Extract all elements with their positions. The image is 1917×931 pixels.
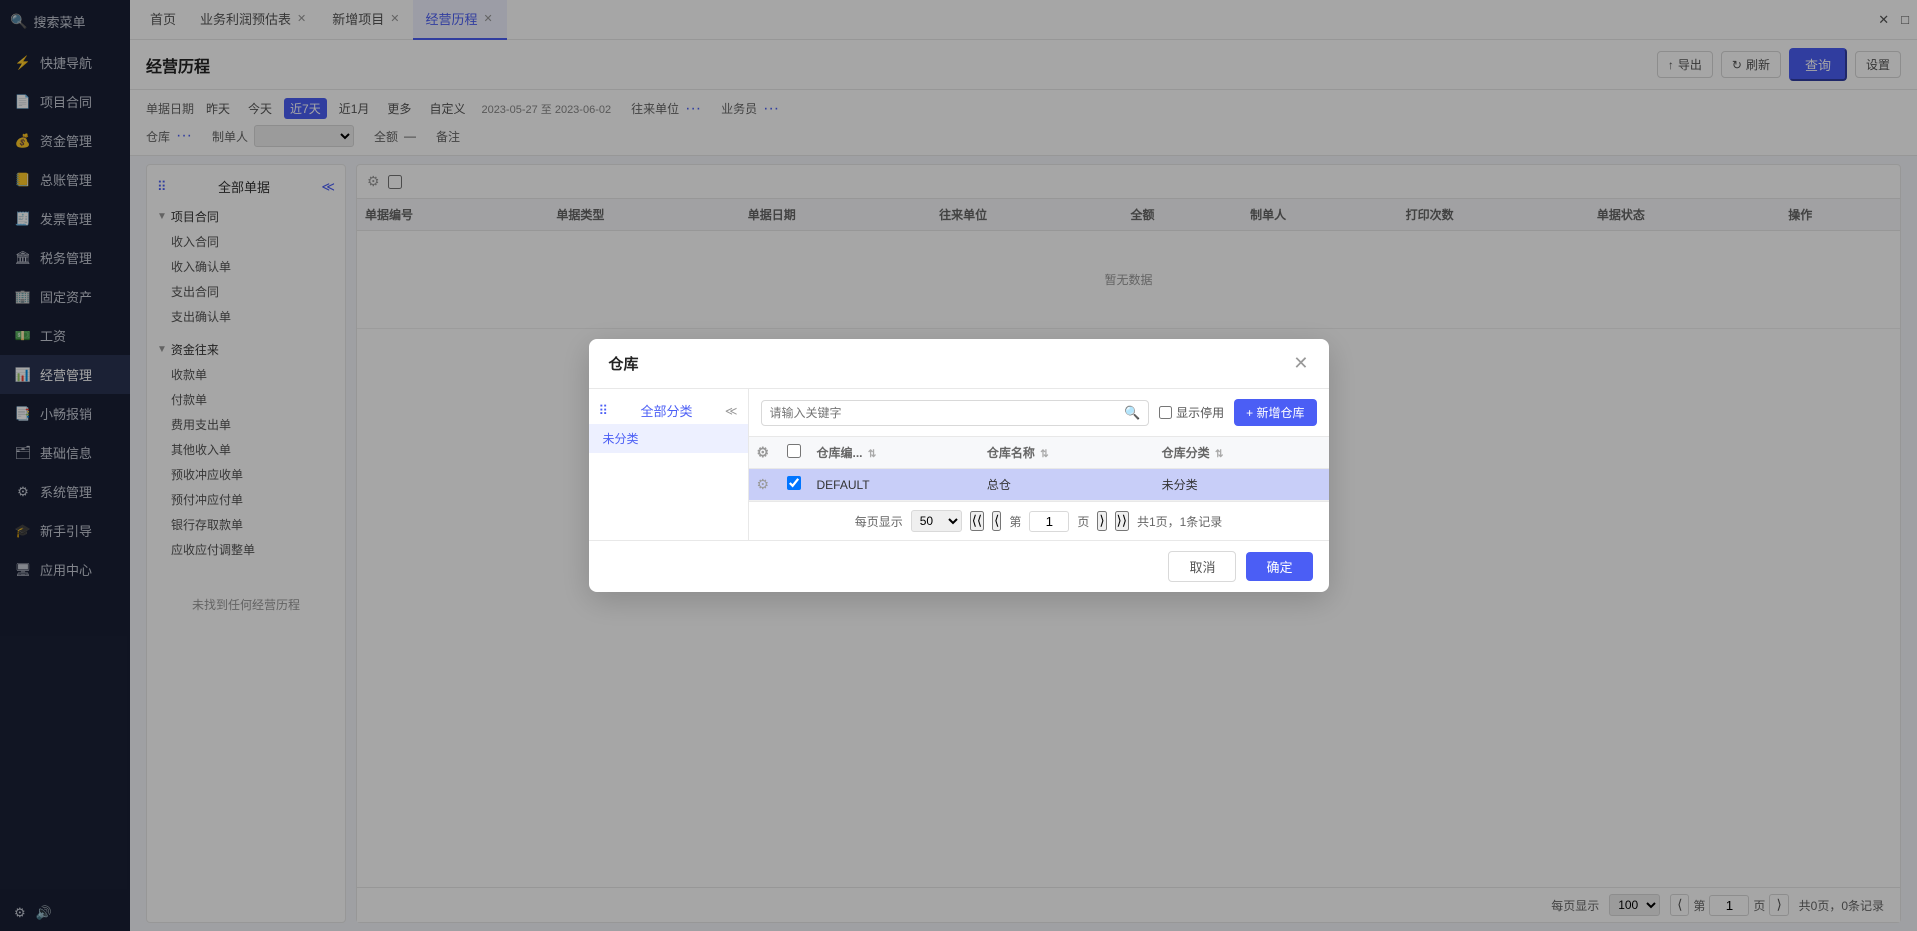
modal-table-row[interactable]: ⚙ DEFAULT 总仓 未分类 (749, 469, 1329, 501)
modal-close-button[interactable]: ✕ (1293, 353, 1308, 374)
row-gear-icon[interactable]: ⚙ (757, 476, 770, 492)
modal-table-header-row: ⚙ 仓库编... ⇅ 仓库名称 (749, 437, 1329, 469)
add-warehouse-button[interactable]: + 新增仓库 (1234, 399, 1316, 426)
modal-row-checkbox (779, 469, 809, 501)
show-disabled-label[interactable]: 显示停用 (1159, 404, 1224, 421)
confirm-label: 确定 (1266, 560, 1292, 575)
modal-body: ⠿ 全部分类 ≪ 未分类 🔍 显示停用 (589, 389, 1329, 540)
modal-row-code: DEFAULT (809, 469, 979, 501)
confirm-button[interactable]: 确定 (1246, 552, 1312, 581)
all-categories-icon: ⠿ (599, 403, 609, 419)
all-categories-label[interactable]: 全部分类 (640, 401, 692, 420)
modal-search-input[interactable] (770, 406, 1120, 420)
modal-category-panel: ⠿ 全部分类 ≪ 未分类 (589, 389, 749, 540)
modal-first-page-btn[interactable]: ⟨⟨ (970, 511, 984, 531)
collapse-icon[interactable]: ≪ (725, 404, 738, 418)
modal-overlay: 仓库 ✕ ⠿ 全部分类 ≪ 未分类 (0, 0, 1917, 931)
modal-th-category: 仓库分类 ⇅ (1154, 437, 1329, 469)
modal-gear-icon[interactable]: ⚙ (757, 444, 770, 460)
warehouse-modal: 仓库 ✕ ⠿ 全部分类 ≪ 未分类 (589, 339, 1329, 592)
modal-right: 🔍 显示停用 + 新增仓库 (749, 389, 1329, 540)
modal-th-gear: ⚙ (749, 437, 779, 469)
sort-category-icon[interactable]: ⇅ (1215, 449, 1223, 460)
modal-cat-uncategorized-label: 未分类 (603, 432, 639, 446)
modal-row-checkbox[interactable] (787, 476, 801, 490)
modal-th-checkbox (779, 437, 809, 469)
modal-row-gear: ⚙ (749, 469, 779, 501)
modal-th-code: 仓库编... ⇅ (809, 437, 979, 469)
modal-pagination: 每页显示 50 100 200 ⟨⟨ ⟨ 第 页 ⟩ ⟩⟩ 共1页，1条记录 (749, 501, 1329, 540)
show-disabled-checkbox[interactable] (1159, 406, 1172, 419)
sort-name-icon[interactable]: ⇅ (1040, 449, 1048, 460)
modal-th-name: 仓库名称 ⇅ (979, 437, 1154, 469)
modal-per-page-select[interactable]: 50 100 200 (911, 510, 962, 532)
cancel-button[interactable]: 取消 (1168, 551, 1236, 582)
modal-cat-uncategorized[interactable]: 未分类 (589, 424, 748, 453)
modal-toolbar: 🔍 显示停用 + 新增仓库 (749, 389, 1329, 437)
show-disabled-text: 显示停用 (1176, 404, 1224, 421)
modal-warehouse-table: ⚙ 仓库编... ⇅ 仓库名称 (749, 437, 1329, 501)
cancel-label: 取消 (1189, 560, 1215, 575)
modal-total-label: 共1页，1条记录 (1137, 513, 1222, 530)
modal-page-input[interactable] (1029, 511, 1069, 532)
modal-next-page-btn[interactable]: ⟩ (1097, 511, 1106, 531)
modal-table-wrapper: ⚙ 仓库编... ⇅ 仓库名称 (749, 437, 1329, 501)
modal-title: 仓库 (609, 353, 639, 374)
modal-page-suffix: 页 (1077, 513, 1089, 530)
modal-row-name: 总仓 (979, 469, 1154, 501)
sort-code-icon[interactable]: ⇅ (868, 449, 876, 460)
modal-per-page-label: 每页显示 (855, 513, 903, 530)
modal-page-label: 第 (1009, 513, 1021, 530)
modal-last-page-btn[interactable]: ⟩⟩ (1115, 511, 1129, 531)
search-icon: 🔍 (1124, 405, 1140, 421)
modal-select-all-checkbox[interactable] (787, 444, 801, 458)
modal-search-box: 🔍 (761, 400, 1150, 426)
add-warehouse-label: + 新增仓库 (1246, 406, 1304, 420)
modal-prev-page-btn[interactable]: ⟨ (992, 511, 1001, 531)
modal-row-category: 未分类 (1154, 469, 1329, 501)
modal-left-header: ⠿ 全部分类 ≪ (589, 397, 748, 424)
modal-footer: 取消 确定 (589, 540, 1329, 592)
modal-header: 仓库 ✕ (589, 339, 1329, 389)
